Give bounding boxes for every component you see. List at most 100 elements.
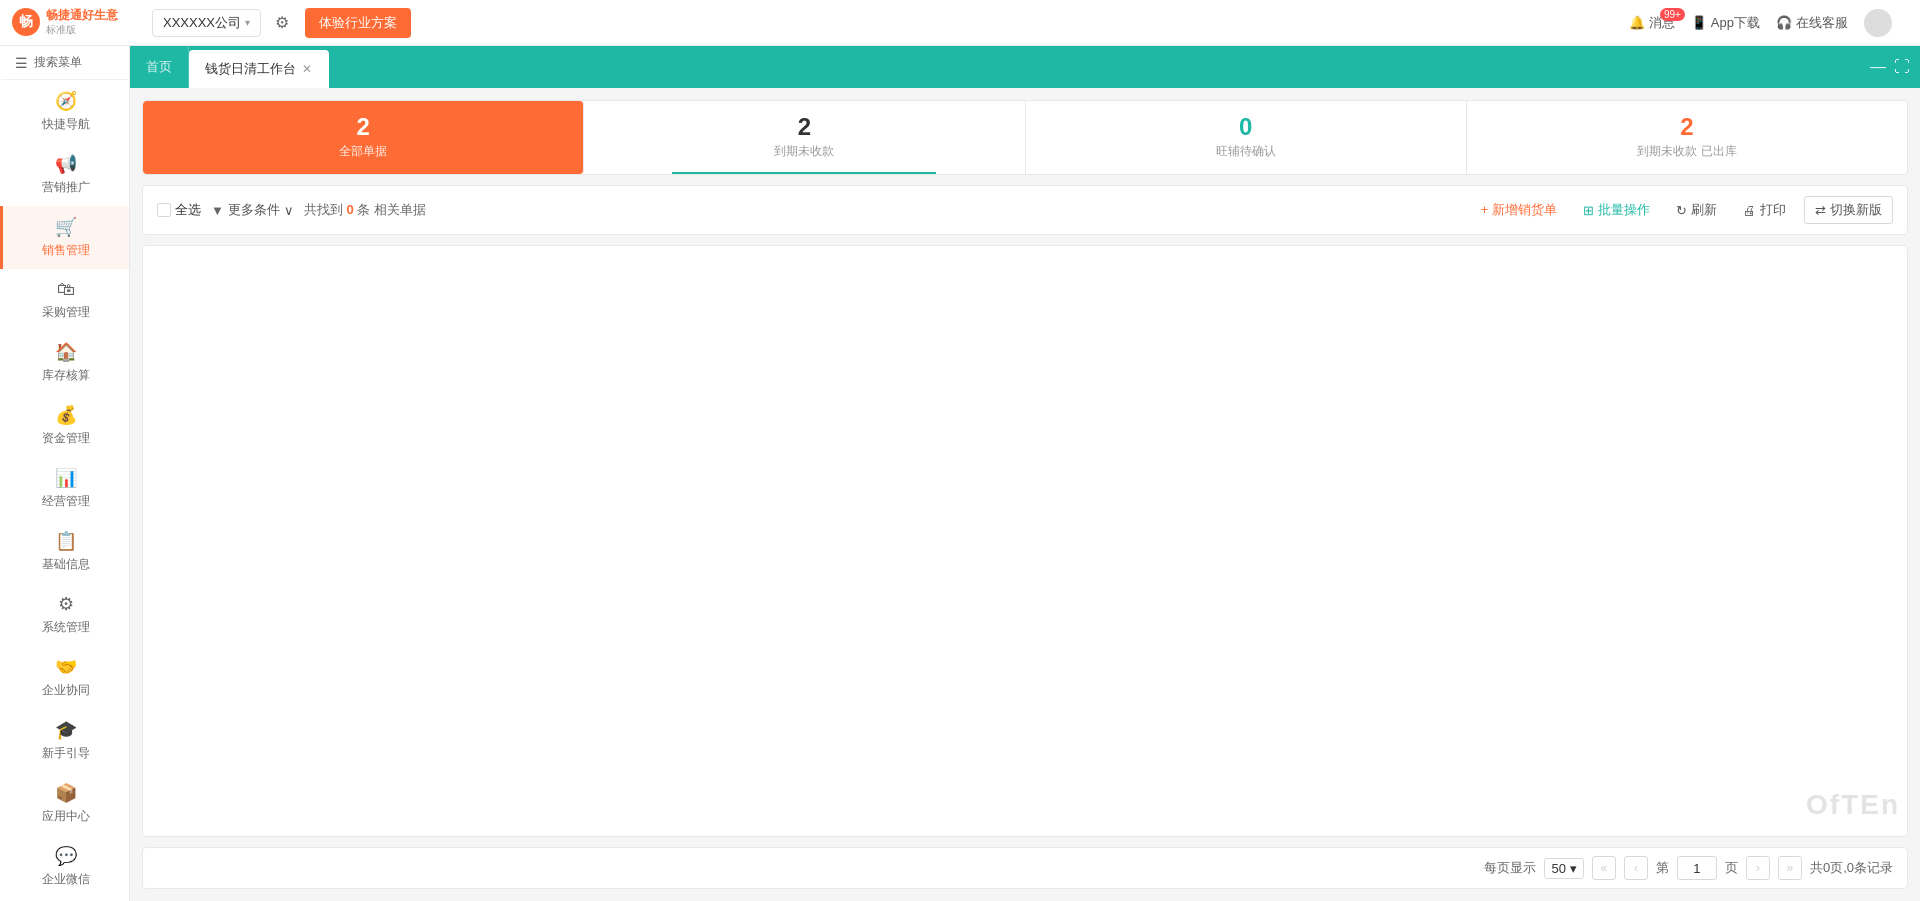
table-area — [142, 245, 1908, 837]
headset-icon: 🎧 — [1776, 15, 1792, 30]
stats-row: 2 全部单据 2 到期未收款 0 旺辅待确认 2 到期未收款 已出库 — [142, 100, 1908, 175]
tab-close-icon[interactable]: ✕ — [302, 62, 312, 76]
chevron-down-icon: ▾ — [245, 17, 250, 28]
sidebar-item-label: 快捷导航 — [42, 116, 90, 133]
tab-minimize-icon[interactable]: — — [1870, 58, 1886, 76]
stat-overdue-shipped-num: 2 — [1487, 115, 1887, 139]
stat-underline — [672, 172, 936, 174]
page-label: 第 — [1656, 859, 1669, 877]
experience-button[interactable]: 体验行业方案 — [305, 8, 411, 38]
sidebar-item-purchase[interactable]: 🛍 采购管理 — [0, 269, 129, 331]
stat-overdue-shipped[interactable]: 2 到期未收款 已出库 — [1467, 101, 1907, 174]
sidebar-item-wechat[interactable]: 💬 企业微信 — [0, 835, 129, 898]
filter-icon: ▼ — [211, 203, 224, 218]
stat-overdue-label: 到期未收款 — [604, 143, 1004, 160]
page-label2: 页 — [1725, 859, 1738, 877]
next-page-button[interactable]: › — [1746, 856, 1770, 880]
prev-page-button[interactable]: ‹ — [1624, 856, 1648, 880]
settings-button[interactable]: ⚙ — [267, 8, 297, 38]
print-button[interactable]: 🖨 打印 — [1735, 197, 1794, 223]
money-icon: 💰 — [55, 404, 77, 426]
handshake-icon: 🤝 — [55, 656, 77, 678]
stat-overdue-num: 2 — [604, 115, 1004, 139]
tab-home-label: 首页 — [146, 58, 172, 76]
page-input[interactable]: 1 — [1677, 856, 1717, 880]
app-download-button[interactable]: 📱 App下载 — [1691, 14, 1760, 32]
stat-overdue-shipped-label: 到期未收款 已出库 — [1487, 143, 1887, 160]
messages-button[interactable]: 🔔 消息 99+ — [1629, 14, 1675, 32]
per-page-select[interactable]: 50 ▾ — [1544, 858, 1583, 879]
sidebar-item-label: 销售管理 — [42, 242, 90, 259]
first-page-button[interactable]: « — [1592, 856, 1616, 880]
sidebar-item-quicknav[interactable]: 🧭 快捷导航 — [0, 80, 129, 143]
tab-expand-icon[interactable]: ⛶ — [1894, 58, 1910, 76]
top-header: 畅 畅捷通好生意 标准版 XXXXXX公司 ▾ ⚙ 体验行业方案 🔔 消息 99… — [0, 0, 1920, 46]
pagination-bar: 每页显示 50 ▾ « ‹ 第 1 页 › » 共0页,0条记录 — [142, 847, 1908, 889]
tab-home[interactable]: 首页 — [130, 46, 189, 88]
online-service-button[interactable]: 🎧 在线客服 — [1776, 14, 1848, 32]
filter-label: 更多条件 — [228, 201, 280, 219]
bag-icon: 🛍 — [57, 279, 75, 300]
sidebar-item-label: 库存核算 — [42, 367, 90, 384]
tab-workbench[interactable]: 钱货日清工作台 ✕ — [189, 50, 329, 88]
sidebar-item-search[interactable]: ☰ 搜索菜单 — [0, 46, 129, 80]
sidebar-item-system[interactable]: ⚙ 系统管理 — [0, 583, 129, 646]
toolbar-left: 全选 ▼ 更多条件 ∨ 共找到 0 条 相关单据 — [157, 201, 1463, 219]
refresh-button[interactable]: ↻ 刷新 — [1668, 197, 1725, 223]
select-all-checkbox[interactable]: 全选 — [157, 201, 201, 219]
batch-operation-button[interactable]: ⊞ 批量操作 — [1575, 197, 1658, 223]
sidebar-item-appstore[interactable]: 📦 应用中心 — [0, 772, 129, 835]
filter-button[interactable]: ▼ 更多条件 ∨ — [211, 201, 294, 219]
sidebar-item-operations[interactable]: 📊 经营管理 — [0, 457, 129, 520]
chevron-icon: ∨ — [284, 203, 294, 218]
sidebar-item-label: 资金管理 — [42, 430, 90, 447]
sidebar-item-label: 搜索菜单 — [34, 54, 82, 71]
company-name: XXXXXX公司 — [163, 14, 241, 32]
house-icon: 🏠 — [55, 341, 77, 363]
stat-wangfu[interactable]: 0 旺辅待确认 — [1026, 101, 1467, 174]
sidebar-item-marketing[interactable]: 📢 营销推广 — [0, 143, 129, 206]
wechat-icon: 💬 — [55, 845, 77, 867]
stat-all[interactable]: 2 全部单据 — [143, 101, 584, 174]
switch-version-button[interactable]: ⇄ 切换新版 — [1804, 196, 1893, 224]
found-count: 0 — [347, 202, 354, 217]
toolbar-right: + 新增销货单 ⊞ 批量操作 ↻ 刷新 🖨 打印 ⇄ — [1473, 196, 1893, 224]
search-icon: ☰ — [15, 55, 28, 71]
stat-all-label: 全部单据 — [163, 143, 563, 160]
sidebar-item-inventory[interactable]: 🏠 库存核算 — [0, 331, 129, 394]
gear-icon: ⚙ — [58, 593, 74, 615]
logo-text: 畅捷通好生意 — [46, 8, 118, 22]
tab-workbench-label: 钱货日清工作台 — [205, 60, 296, 78]
phone-icon: 📱 — [1691, 15, 1707, 30]
found-text: 共找到 0 条 相关单据 — [304, 201, 426, 219]
compass-icon: 🧭 — [55, 90, 77, 112]
stat-wangfu-label: 旺辅待确认 — [1046, 143, 1446, 160]
per-page-label: 每页显示 — [1484, 859, 1536, 877]
sidebar-item-cooperation[interactable]: 🤝 企业协同 — [0, 646, 129, 709]
logo-sub: 标准版 — [46, 23, 118, 37]
sidebar-item-label: 采购管理 — [42, 304, 90, 321]
select-all-label: 全选 — [175, 201, 201, 219]
main-layout: ☰ 搜索菜单 🧭 快捷导航 📢 营销推广 🛒 销售管理 🛍 采购管理 🏠 库存核… — [0, 46, 1920, 901]
stat-overdue[interactable]: 2 到期未收款 — [584, 101, 1025, 174]
sidebar-item-label: 企业协同 — [42, 682, 90, 699]
tab-bar-actions: — ⛶ — [1860, 58, 1920, 76]
messages-badge: 99+ — [1660, 8, 1685, 21]
sidebar: ☰ 搜索菜单 🧭 快捷导航 📢 营销推广 🛒 销售管理 🛍 采购管理 🏠 库存核… — [0, 46, 130, 901]
add-sales-button[interactable]: + 新增销货单 — [1473, 197, 1565, 223]
last-page-button[interactable]: » — [1778, 856, 1802, 880]
stat-wangfu-num: 0 — [1046, 115, 1446, 139]
sidebar-item-finance[interactable]: 💰 资金管理 — [0, 394, 129, 457]
sidebar-item-basics[interactable]: 📋 基础信息 — [0, 520, 129, 583]
company-selector[interactable]: XXXXXX公司 ▾ — [152, 9, 261, 37]
logo-icon: 畅 — [12, 8, 40, 36]
sidebar-item-guide[interactable]: 🎓 新手引导 — [0, 709, 129, 772]
sidebar-item-label: 系统管理 — [42, 619, 90, 636]
checkbox-box — [157, 203, 171, 217]
sidebar-item-sales[interactable]: 🛒 销售管理 — [0, 206, 129, 269]
per-page-arrow: ▾ — [1570, 861, 1577, 876]
bell-icon: 🔔 — [1629, 15, 1645, 30]
header-right: 🔔 消息 99+ 📱 App下载 🎧 在线客服 — [1629, 9, 1908, 37]
refresh-icon: ↻ — [1676, 203, 1687, 218]
avatar[interactable] — [1864, 9, 1892, 37]
